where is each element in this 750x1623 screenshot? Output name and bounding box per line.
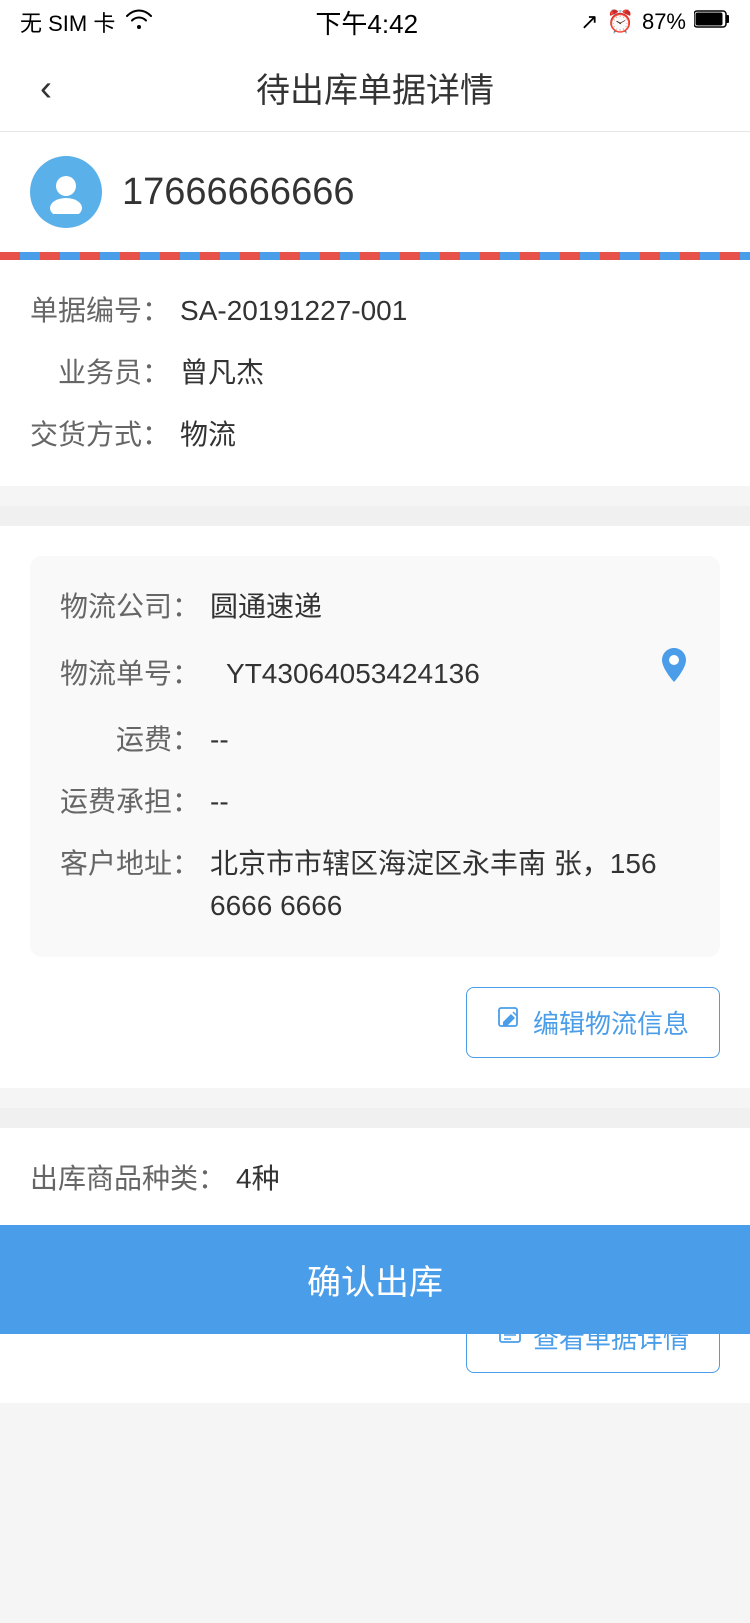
dashed-separator <box>0 252 750 260</box>
alarm-status-icon: ⏰ <box>607 9 634 35</box>
goods-type-label: 出库商品种类： <box>30 1158 226 1200</box>
sim-label: 无 SIM 卡 <box>20 6 115 38</box>
section-divider-1 <box>0 506 750 526</box>
salesperson-value: 曾凡杰 <box>180 352 720 394</box>
freight-bearer-label: 运费承担： <box>60 781 200 823</box>
order-info-section: 单据编号： SA-20191227-001 业务员： 曾凡杰 交货方式： 物流 <box>0 260 750 486</box>
edit-logistics-label: 编辑物流信息 <box>533 1004 689 1041</box>
company-row: 物流公司： 圆通速递 <box>60 586 690 628</box>
location-status-icon: ↗ <box>580 9 598 35</box>
delivery-method-value: 物流 <box>180 414 720 456</box>
company-label: 物流公司： <box>60 586 200 628</box>
section-divider-2 <box>0 1108 750 1128</box>
status-time: 下午4:42 <box>315 4 418 41</box>
edit-icon <box>497 1006 523 1039</box>
battery-icon <box>694 9 730 35</box>
wifi-icon <box>125 8 153 36</box>
user-phone: 17666666666 <box>122 171 354 214</box>
user-header: 17666666666 <box>0 132 750 252</box>
order-no-label: 单据编号： <box>30 290 170 332</box>
goods-type-value: 4种 <box>236 1158 720 1200</box>
tracking-no-label: 物流单号： <box>60 653 200 695</box>
back-button[interactable]: ‹ <box>30 57 62 119</box>
order-no-value: SA-20191227-001 <box>180 290 720 332</box>
freight-value: -- <box>210 719 690 761</box>
status-left: 无 SIM 卡 <box>20 6 153 38</box>
status-bar: 无 SIM 卡 下午4:42 ↗ ⏰ 87% <box>0 0 750 44</box>
battery-percent: 87% <box>642 9 686 35</box>
company-value: 圆通速递 <box>210 586 690 628</box>
address-row: 客户地址： 北京市市辖区海淀区永丰南 张，156 6666 6666 <box>60 843 690 927</box>
logistics-section: 物流公司： 圆通速递 物流单号： YT43064053424136 运费： --… <box>0 526 750 1088</box>
page-title: 待出库单据详情 <box>256 63 494 112</box>
address-value: 北京市市辖区海淀区永丰南 张，156 6666 6666 <box>210 843 690 927</box>
avatar <box>30 156 102 228</box>
freight-bearer-row: 运费承担： -- <box>60 781 690 823</box>
status-right: ↗ ⏰ 87% <box>580 9 730 35</box>
freight-label: 运费： <box>60 719 200 761</box>
tracking-row: 物流单号： YT43064053424136 <box>60 648 690 699</box>
confirm-button[interactable]: 确认出库 <box>0 1225 750 1334</box>
order-no-row: 单据编号： SA-20191227-001 <box>30 290 720 332</box>
gray-space <box>0 1423 750 1623</box>
salesperson-label: 业务员： <box>30 352 170 394</box>
edit-logistics-button[interactable]: 编辑物流信息 <box>466 987 720 1058</box>
delivery-method-row: 交货方式： 物流 <box>30 414 720 456</box>
salesperson-row: 业务员： 曾凡杰 <box>30 352 720 394</box>
goods-type-row: 出库商品种类： 4种 <box>30 1158 720 1200</box>
address-label: 客户地址： <box>60 843 200 885</box>
confirm-label: 确认出库 <box>307 1264 443 1302</box>
nav-bar: ‹ 待出库单据详情 <box>0 44 750 132</box>
freight-bearer-value: -- <box>210 781 690 823</box>
tracking-no-value: YT43064053424136 <box>226 653 642 695</box>
location-icon[interactable] <box>658 648 690 699</box>
logistics-card: 物流公司： 圆通速递 物流单号： YT43064053424136 运费： --… <box>30 556 720 957</box>
freight-row: 运费： -- <box>60 719 690 761</box>
delivery-method-label: 交货方式： <box>30 414 170 456</box>
